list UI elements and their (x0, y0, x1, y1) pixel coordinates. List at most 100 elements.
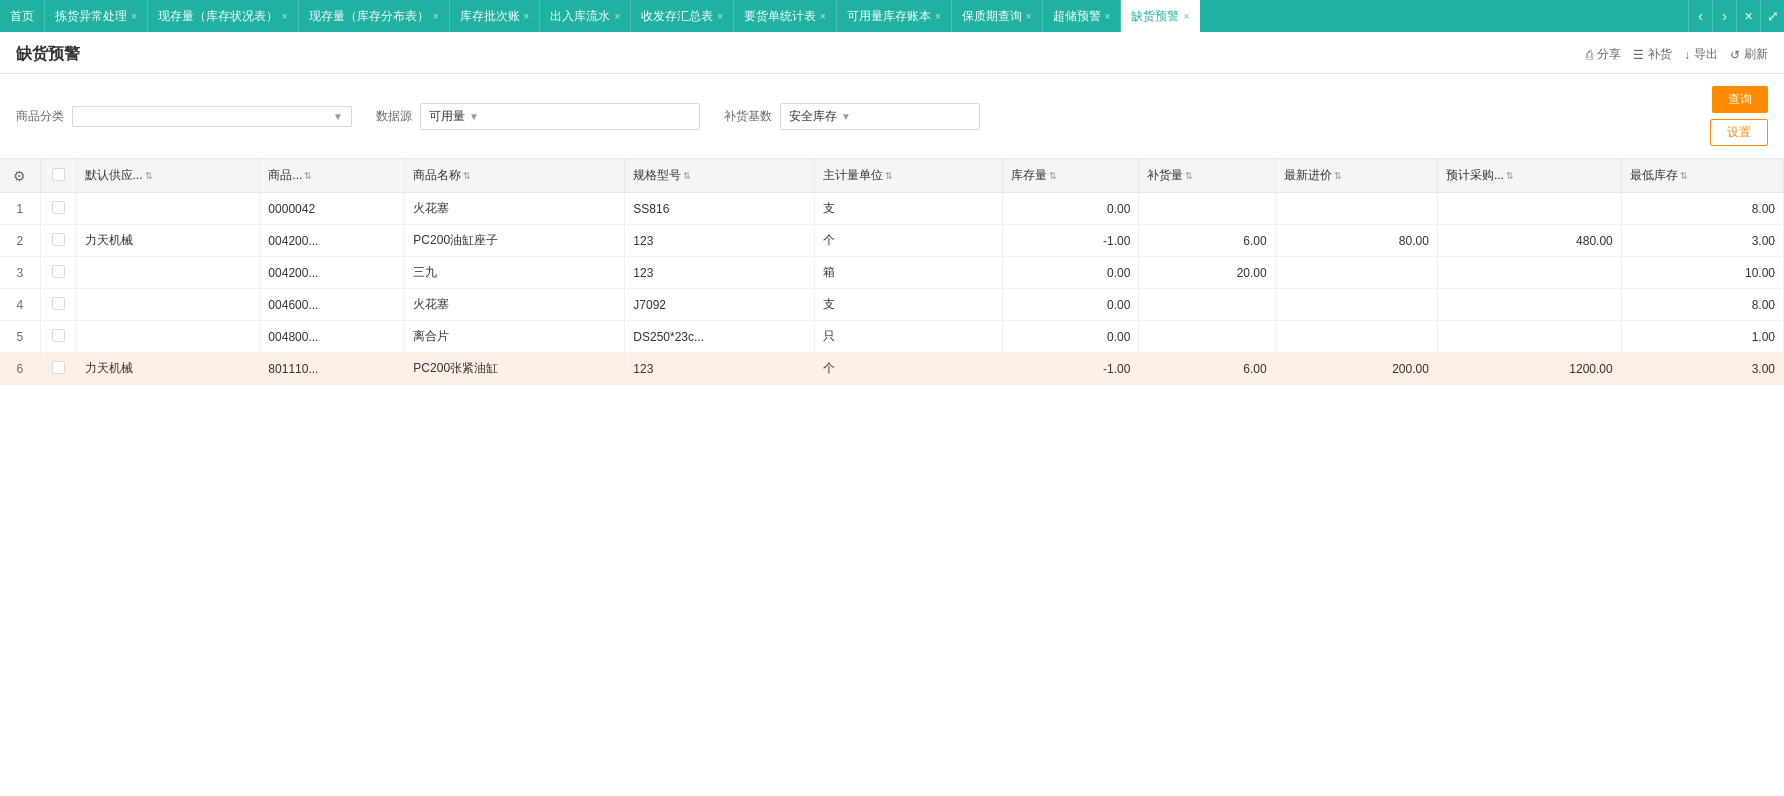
row-stock: 0.00 (1003, 257, 1139, 289)
stock-sort-icon: ⇅ (1049, 171, 1057, 181)
row-min-stock: 3.00 (1621, 225, 1783, 257)
row-checkbox[interactable] (40, 193, 76, 225)
settings-button[interactable]: 设置 (1710, 119, 1768, 146)
supplier-sort[interactable]: 默认供应... ⇅ (85, 167, 252, 184)
close-tab-abnormal[interactable]: × (131, 11, 137, 22)
data-table: ⚙ 默认供应... ⇅ 商品... ⇅ (0, 159, 1784, 385)
tab-inventory-status[interactable]: 现存量（库存状况表） × (148, 0, 299, 32)
query-button[interactable]: 查询 (1712, 86, 1768, 113)
row-latest-price: 80.00 (1275, 225, 1437, 257)
row-checkbox[interactable] (40, 353, 76, 385)
restock-sort[interactable]: 补货量 ⇅ (1147, 167, 1266, 184)
row-product-code: 004800... (260, 321, 405, 353)
close-tab-available-ledger[interactable]: × (935, 11, 941, 22)
settings-icon[interactable]: ⚙ (13, 168, 26, 184)
tab-fullscreen[interactable]: ⤢ (1760, 0, 1784, 32)
row-select-checkbox[interactable] (52, 201, 65, 214)
row-restock (1139, 321, 1275, 353)
row-stock: -1.00 (1003, 353, 1139, 385)
row-restock: 6.00 (1139, 225, 1275, 257)
row-checkbox[interactable] (40, 321, 76, 353)
tab-nav-prev[interactable]: ‹ (1688, 0, 1712, 32)
restock-base-select[interactable]: 安全库存 ▼ (780, 103, 980, 130)
min-stock-sort[interactable]: 最低库存 ⇅ (1630, 167, 1775, 184)
tab-batch-account[interactable]: 库存批次账 × (450, 0, 541, 32)
row-supplier (76, 193, 260, 225)
share-button[interactable]: ⎙ 分享 (1586, 46, 1621, 63)
tab-available-ledger[interactable]: 可用量库存账本 × (837, 0, 952, 32)
restock-icon: ☰ (1633, 48, 1644, 62)
restock-base-label: 补货基数 (724, 108, 772, 125)
row-supplier: 力天机械 (76, 225, 260, 257)
tab-demand-stat[interactable]: 要货单统计表 × (734, 0, 837, 32)
row-num: 2 (0, 225, 40, 257)
row-supplier (76, 321, 260, 353)
estimated-purchase-sort[interactable]: 预计采购... ⇅ (1446, 167, 1613, 184)
close-tab-shortage[interactable]: × (1183, 11, 1189, 22)
tab-inventory-dist[interactable]: 现存量（库存分布表） × (299, 0, 450, 32)
row-product-name: PC200张紧油缸 (405, 353, 625, 385)
datasource-label: 数据源 (376, 108, 412, 125)
row-select-checkbox[interactable] (52, 233, 65, 246)
col-gear[interactable]: ⚙ (0, 159, 40, 193)
datasource-select[interactable]: 可用量 ▼ (420, 103, 700, 130)
close-tab-batch-account[interactable]: × (524, 11, 530, 22)
row-unit: 支 (815, 193, 1003, 225)
datasource-chevron-icon: ▼ (469, 111, 479, 122)
row-checkbox[interactable] (40, 257, 76, 289)
row-min-stock: 3.00 (1621, 353, 1783, 385)
latest-price-sort[interactable]: 最新进价 ⇅ (1284, 167, 1429, 184)
col-checkbox[interactable] (40, 159, 76, 193)
close-tab-inventory-status[interactable]: × (282, 11, 288, 22)
restock-base-chevron-icon: ▼ (841, 111, 851, 122)
tab-overstock[interactable]: 超储预警 × (1043, 0, 1122, 32)
row-latest-price (1275, 193, 1437, 225)
row-select-checkbox[interactable] (52, 361, 65, 374)
close-tab-receipt-summary[interactable]: × (717, 11, 723, 22)
row-select-checkbox[interactable] (52, 297, 65, 310)
tab-receipt-summary[interactable]: 收发存汇总表 × (631, 0, 734, 32)
row-supplier (76, 257, 260, 289)
row-num: 1 (0, 193, 40, 225)
tab-inout-flow[interactable]: 出入库流水 × (540, 0, 631, 32)
col-stock: 库存量 ⇅ (1003, 159, 1139, 193)
refresh-button[interactable]: ↺ 刷新 (1730, 46, 1768, 63)
page-content: 缺货预警 ⎙ 分享 ☰ 补货 ↓ 导出 ↺ 刷新 商品分类 (0, 32, 1784, 796)
close-tab-inventory-dist[interactable]: × (433, 11, 439, 22)
product-name-sort-icon: ⇅ (463, 171, 471, 181)
select-all-checkbox[interactable] (52, 168, 65, 181)
product-code-sort[interactable]: 商品... ⇅ (268, 167, 396, 184)
row-select-checkbox[interactable] (52, 265, 65, 278)
row-spec: 123 (625, 225, 815, 257)
tab-shortage[interactable]: 缺货预警 × (1121, 0, 1200, 32)
filter-bar: 商品分类 ▼ 数据源 可用量 ▼ 补货基数 安全库存 ▼ 查询 设置 (0, 74, 1784, 159)
close-tab-inout-flow[interactable]: × (614, 11, 620, 22)
row-select-checkbox[interactable] (52, 329, 65, 342)
row-estimated-purchase (1437, 321, 1621, 353)
table-row: 2 力天机械 004200... PC200油缸座子 123 个 -1.00 6… (0, 225, 1784, 257)
tab-close-all[interactable]: × (1736, 0, 1760, 32)
close-tab-expiry-query[interactable]: × (1026, 11, 1032, 22)
row-stock: -1.00 (1003, 225, 1139, 257)
product-name-sort[interactable]: 商品名称 ⇅ (413, 167, 616, 184)
row-product-name: 火花塞 (405, 193, 625, 225)
restock-button[interactable]: ☰ 补货 (1633, 46, 1672, 63)
stock-sort[interactable]: 库存量 ⇅ (1011, 167, 1130, 184)
row-checkbox[interactable] (40, 289, 76, 321)
row-checkbox[interactable] (40, 225, 76, 257)
category-select[interactable]: ▼ (72, 106, 352, 127)
tab-expiry-query[interactable]: 保质期查询 × (952, 0, 1043, 32)
row-product-code: 801110... (260, 353, 405, 385)
close-tab-demand-stat[interactable]: × (820, 11, 826, 22)
close-tab-overstock[interactable]: × (1105, 11, 1111, 22)
col-product-code: 商品... ⇅ (260, 159, 405, 193)
export-button[interactable]: ↓ 导出 (1684, 46, 1718, 63)
restock-sort-icon: ⇅ (1185, 171, 1193, 181)
spec-sort[interactable]: 规格型号 ⇅ (633, 167, 806, 184)
tab-abnormal[interactable]: 拣货异常处理 × (45, 0, 148, 32)
unit-sort[interactable]: 主计量单位 ⇅ (823, 167, 994, 184)
tab-home[interactable]: 首页 (0, 0, 45, 32)
row-estimated-purchase (1437, 289, 1621, 321)
row-restock (1139, 289, 1275, 321)
tab-nav-next[interactable]: › (1712, 0, 1736, 32)
